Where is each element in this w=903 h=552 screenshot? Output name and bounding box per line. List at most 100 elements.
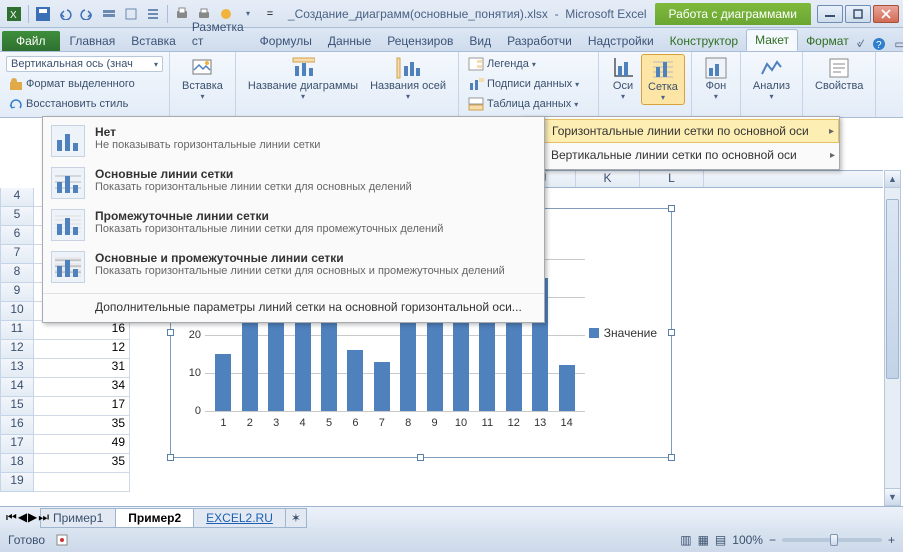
row-header[interactable]: 16 — [0, 416, 34, 435]
redo-icon[interactable] — [77, 4, 97, 24]
maximize-button[interactable] — [845, 5, 871, 23]
cell[interactable]: 34 — [34, 378, 130, 397]
row-header[interactable]: 18 — [0, 454, 34, 473]
tab-review[interactable]: Рецензиров — [379, 31, 461, 51]
resize-handle[interactable] — [417, 454, 424, 461]
zoom-slider[interactable] — [782, 538, 882, 542]
save-icon[interactable] — [33, 4, 53, 24]
new-sheet-button[interactable]: ✶ — [285, 508, 307, 528]
row-headers[interactable]: 45678910111213141516171819 — [0, 188, 34, 492]
view-normal-icon[interactable]: ▥ — [680, 533, 691, 547]
gridlines-button[interactable]: Сетка▾ — [641, 54, 685, 105]
axes-button[interactable]: Оси▾ — [605, 54, 641, 103]
view-layout-icon[interactable]: ▦ — [698, 533, 709, 547]
chart-bar[interactable] — [347, 350, 363, 411]
insert-button[interactable]: Вставка▾ — [176, 54, 229, 103]
sheet-tab[interactable]: Пример1 — [40, 508, 116, 528]
cell[interactable] — [34, 473, 130, 492]
gridlines-more-options[interactable]: Дополнительные параметры линий сетки на … — [43, 293, 544, 314]
zoom-out-button[interactable]: − — [769, 533, 776, 547]
row-header[interactable]: 8 — [0, 264, 34, 283]
tab-format[interactable]: Формат — [798, 31, 857, 51]
gridlines-minor-item[interactable]: Промежуточные линии сеткиПоказать горизо… — [43, 205, 544, 247]
cell[interactable]: 17 — [34, 397, 130, 416]
help-icon[interactable]: ? — [872, 37, 886, 51]
cell[interactable]: 12 — [34, 340, 130, 359]
chart-bar[interactable] — [374, 362, 390, 411]
chart-bar[interactable] — [215, 354, 231, 411]
col-header[interactable]: L — [640, 171, 704, 187]
scroll-thumb[interactable] — [886, 199, 899, 379]
legend-button[interactable]: Легенда▾ — [465, 56, 539, 72]
format-selection-button[interactable]: Формат выделенного — [6, 76, 138, 92]
minimize-ribbon-icon[interactable]: ୰ — [857, 36, 865, 51]
last-sheet-icon[interactable]: ⏭ — [38, 510, 49, 525]
first-sheet-icon[interactable]: ⏮ — [6, 510, 17, 525]
cell[interactable]: 35 — [34, 454, 130, 473]
macro-record-icon[interactable] — [55, 533, 69, 547]
tab-insert[interactable]: Вставка — [123, 31, 184, 51]
reset-style-button[interactable]: Восстановить стиль — [6, 96, 131, 112]
gridlines-none-item[interactable]: НетНе показывать горизонтальные линии се… — [43, 121, 544, 163]
row-header[interactable]: 6 — [0, 226, 34, 245]
row-header[interactable]: 4 — [0, 188, 34, 207]
qat-more-icon[interactable]: = — [260, 4, 280, 24]
cell[interactable]: 49 — [34, 435, 130, 454]
close-button[interactable] — [873, 5, 899, 23]
properties-button[interactable]: Свойства — [809, 54, 869, 94]
view-break-icon[interactable]: ▤ — [715, 533, 726, 547]
cell[interactable]: 16 — [34, 321, 130, 340]
analysis-button[interactable]: Анализ▾ — [747, 54, 796, 103]
tab-developer[interactable]: Разработчи — [499, 31, 580, 51]
tab-file[interactable]: Файл — [2, 31, 60, 51]
row-header[interactable]: 17 — [0, 435, 34, 454]
minimize-button[interactable] — [817, 5, 843, 23]
chart-title-button[interactable]: Название диаграммы▾ — [242, 54, 364, 103]
vertical-gridlines-item[interactable]: Вертикальные линии сетки по основной оси… — [521, 143, 839, 167]
row-header[interactable]: 15 — [0, 397, 34, 416]
row-header[interactable]: 10 — [0, 302, 34, 321]
zoom-in-button[interactable]: + — [888, 533, 895, 547]
sheet-nav-buttons[interactable]: ⏮ ◀ ▶ ⏭ — [6, 510, 49, 525]
chart-bar[interactable] — [559, 365, 575, 411]
horizontal-gridlines-item[interactable]: Горизонтальные линии сетки по основной о… — [521, 119, 839, 143]
row-header[interactable]: 13 — [0, 359, 34, 378]
scroll-up-icon[interactable]: ▲ — [885, 171, 900, 188]
tab-layout[interactable]: Макет — [746, 29, 798, 51]
tab-home[interactable]: Главная — [62, 31, 124, 51]
data-labels-button[interactable]: Подписи данных▾ — [465, 76, 582, 92]
tab-page-layout[interactable]: Разметка ст — [184, 17, 252, 51]
row-header[interactable]: 14 — [0, 378, 34, 397]
resize-handle[interactable] — [668, 454, 675, 461]
cell[interactable]: 31 — [34, 359, 130, 378]
data-table-button[interactable]: Таблица данных▾ — [465, 96, 581, 112]
doc-minimize-icon[interactable]: ▭ — [894, 37, 903, 51]
sheet-tab-active[interactable]: Пример2 — [115, 508, 194, 528]
row-header[interactable]: 12 — [0, 340, 34, 359]
zoom-level[interactable]: 100% — [732, 533, 763, 547]
resize-handle[interactable] — [668, 329, 675, 336]
row-header[interactable]: 9 — [0, 283, 34, 302]
row-header[interactable]: 19 — [0, 473, 34, 492]
axis-titles-button[interactable]: Названия осей▾ — [364, 54, 452, 103]
row-header[interactable]: 5 — [0, 207, 34, 226]
qat-btn[interactable] — [99, 4, 119, 24]
sheet-tab[interactable]: EXCEL2.RU — [193, 508, 286, 528]
background-button[interactable]: Фон▾ — [698, 54, 734, 103]
vertical-scrollbar[interactable]: ▲ ▼ — [884, 170, 901, 506]
tab-view[interactable]: Вид — [461, 31, 499, 51]
resize-handle[interactable] — [167, 329, 174, 336]
undo-icon[interactable] — [55, 4, 75, 24]
tab-formulas[interactable]: Формулы — [252, 31, 320, 51]
excel-app-icon[interactable]: X — [4, 4, 24, 24]
resize-handle[interactable] — [167, 454, 174, 461]
tab-addins[interactable]: Надстройки — [580, 31, 662, 51]
col-header[interactable]: K — [576, 171, 640, 187]
tab-design[interactable]: Конструктор — [662, 31, 746, 51]
prev-sheet-icon[interactable]: ◀ — [18, 510, 27, 525]
qat-btn[interactable] — [143, 4, 163, 24]
next-sheet-icon[interactable]: ▶ — [28, 510, 37, 525]
cell[interactable]: 35 — [34, 416, 130, 435]
tab-data[interactable]: Данные — [320, 31, 379, 51]
gridlines-both-item[interactable]: Основные и промежуточные линии сеткиПока… — [43, 247, 544, 289]
